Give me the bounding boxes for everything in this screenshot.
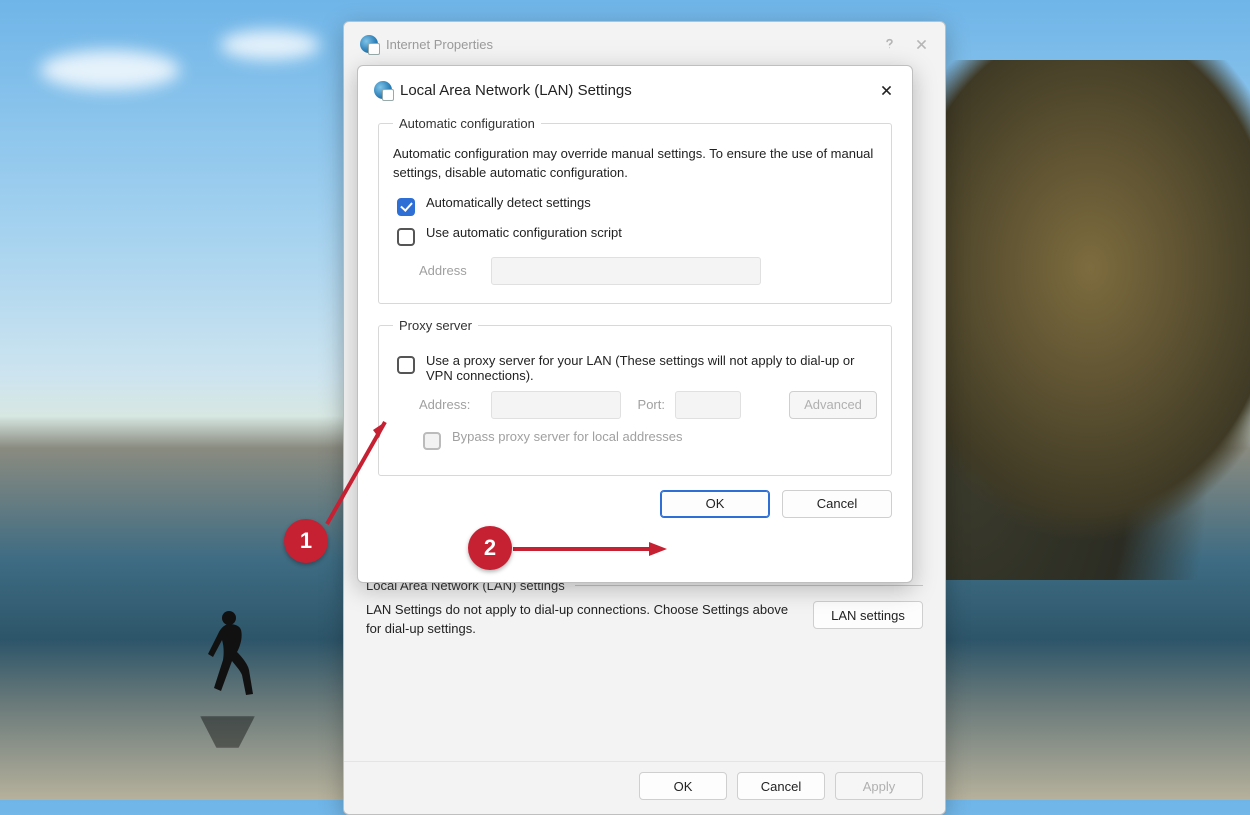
auto-detect-label: Automatically detect settings bbox=[426, 195, 591, 210]
window-title: Internet Properties bbox=[386, 37, 493, 52]
proxy-port-input[interactable] bbox=[675, 391, 741, 419]
annotation-badge-2: 2 bbox=[468, 526, 512, 570]
use-script-row: Use automatic configuration script bbox=[393, 225, 877, 249]
proxy-address-input[interactable] bbox=[491, 391, 621, 419]
annotation-arrow-2 bbox=[511, 540, 671, 558]
advanced-button[interactable]: Advanced bbox=[789, 391, 877, 419]
auto-config-desc: Automatic configuration may override man… bbox=[393, 145, 877, 183]
divider bbox=[575, 585, 923, 586]
annotation-badge-1: 1 bbox=[284, 519, 328, 563]
background-runner bbox=[195, 608, 255, 708]
lan-settings-footer: OK Cancel bbox=[378, 490, 892, 518]
bypass-label: Bypass proxy server for local addresses bbox=[452, 429, 682, 444]
help-button[interactable] bbox=[877, 32, 901, 56]
lan-settings-group: Local Area Network (LAN) settings LAN Se… bbox=[366, 578, 923, 639]
lan-settings-desc: LAN Settings do not apply to dial-up con… bbox=[366, 601, 795, 639]
background-reflection bbox=[200, 716, 255, 748]
apply-button[interactable]: Apply bbox=[835, 772, 923, 800]
script-address-input[interactable] bbox=[491, 257, 761, 285]
use-proxy-checkbox[interactable] bbox=[397, 356, 415, 374]
proxy-server-group: Proxy server Use a proxy server for your… bbox=[378, 318, 892, 476]
use-script-checkbox[interactable] bbox=[397, 228, 415, 246]
bypass-row: Bypass proxy server for local addresses bbox=[393, 429, 877, 453]
auto-detect-row: Automatically detect settings bbox=[393, 195, 877, 219]
proxy-address-label: Address: bbox=[419, 397, 481, 412]
window-title: Local Area Network (LAN) Settings bbox=[400, 82, 632, 99]
internet-options-icon bbox=[374, 81, 392, 99]
internet-options-icon bbox=[360, 35, 378, 53]
lan-settings-button[interactable]: LAN settings bbox=[813, 601, 923, 629]
lan-settings-titlebar: Local Area Network (LAN) Settings bbox=[358, 66, 912, 112]
cancel-button[interactable]: Cancel bbox=[737, 772, 825, 800]
use-proxy-row: Use a proxy server for your LAN (These s… bbox=[393, 353, 877, 383]
lan-settings-window: Local Area Network (LAN) Settings Automa… bbox=[357, 65, 913, 583]
background-cloud bbox=[40, 50, 180, 90]
annotation-arrow-1 bbox=[323, 408, 403, 528]
use-proxy-label: Use a proxy server for your LAN (These s… bbox=[426, 353, 877, 383]
proxy-port-label: Port: bbox=[631, 397, 665, 412]
auto-detect-checkbox[interactable] bbox=[397, 198, 415, 216]
ok-button[interactable]: OK bbox=[639, 772, 727, 800]
use-script-label: Use automatic configuration script bbox=[426, 225, 622, 240]
group-legend: Proxy server bbox=[393, 318, 478, 333]
lan-settings-body: Automatic configuration Automatic config… bbox=[358, 112, 912, 534]
close-button[interactable] bbox=[909, 32, 933, 56]
automatic-configuration-group: Automatic configuration Automatic config… bbox=[378, 116, 892, 304]
ok-button[interactable]: OK bbox=[660, 490, 770, 518]
internet-properties-footer: OK Cancel Apply bbox=[344, 761, 945, 814]
internet-properties-titlebar: Internet Properties bbox=[344, 22, 945, 64]
close-button[interactable] bbox=[874, 78, 898, 102]
group-legend: Automatic configuration bbox=[393, 116, 541, 131]
background-cloud bbox=[220, 30, 320, 60]
cancel-button[interactable]: Cancel bbox=[782, 490, 892, 518]
bypass-checkbox[interactable] bbox=[423, 432, 441, 450]
script-address-label: Address bbox=[419, 263, 481, 278]
